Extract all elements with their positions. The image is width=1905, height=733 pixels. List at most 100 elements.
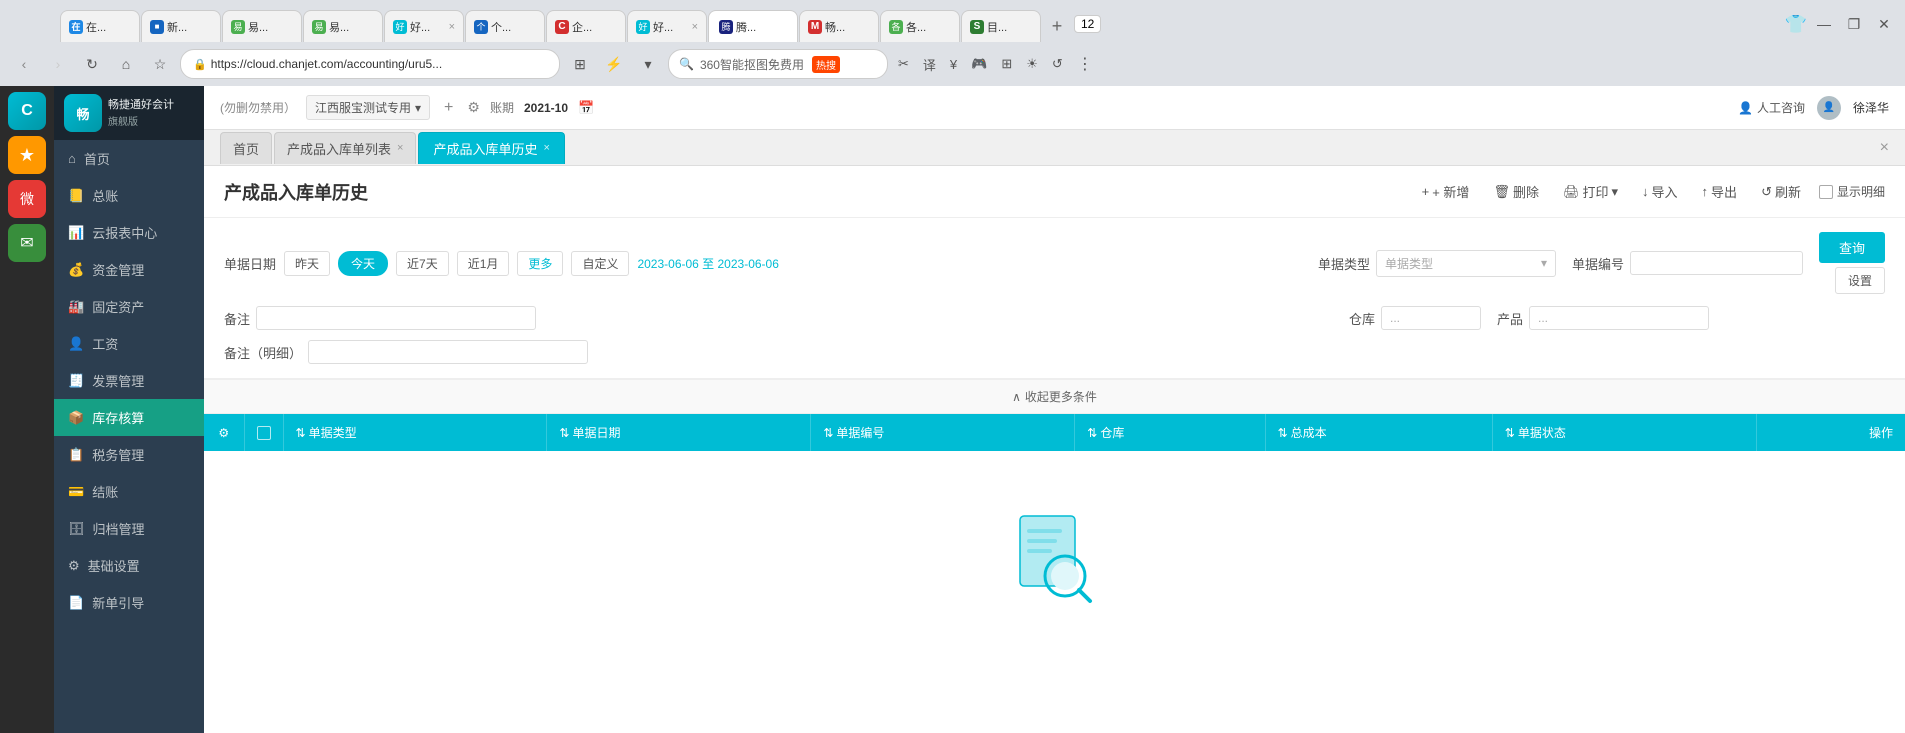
sidebar-item-invoice[interactable]: 🧾 发票管理 bbox=[54, 362, 204, 399]
sidebar-item-tax[interactable]: 📋 税务管理 bbox=[54, 436, 204, 473]
tab-t12[interactable]: S 目... bbox=[961, 10, 1041, 42]
user-avatar[interactable]: 👤 bbox=[1817, 96, 1841, 120]
th-checkbox[interactable] bbox=[244, 414, 283, 451]
query-button[interactable]: 查询 bbox=[1819, 232, 1885, 263]
sidebar-item-home[interactable]: ⌂ 首页 bbox=[54, 140, 204, 177]
scissors-tool[interactable]: ✂ bbox=[894, 56, 913, 72]
export-button[interactable]: ↑ 导出 bbox=[1696, 178, 1744, 205]
tab-t4[interactable]: 易 易... bbox=[303, 10, 383, 42]
chanjet-app-icon[interactable]: C bbox=[8, 92, 46, 130]
search-icon: 🔍 bbox=[679, 57, 694, 71]
lightning-icon[interactable]: ⚡ bbox=[600, 50, 628, 78]
date-btn-yesterday[interactable]: 昨天 bbox=[284, 251, 330, 276]
delete-button[interactable]: 🗑 删除 bbox=[1487, 178, 1545, 205]
home-button[interactable]: ⌂ bbox=[112, 50, 140, 78]
settings-filter-button[interactable]: 设置 bbox=[1835, 267, 1885, 294]
notice-warning: (勿删勿禁用） bbox=[220, 99, 296, 116]
tab-t9-active[interactable]: 腾 腾... bbox=[708, 10, 798, 42]
nav-forward[interactable]: › bbox=[44, 50, 72, 78]
sidebar-item-ledger[interactable]: 📒 总账 bbox=[54, 177, 204, 214]
address-input[interactable]: 🔒 https://cloud.chanjet.com/accounting/u… bbox=[180, 49, 560, 79]
sidebar-item-newbill[interactable]: 📄 新单引导 bbox=[54, 584, 204, 621]
tab-t3[interactable]: 易 易... bbox=[222, 10, 302, 42]
settings-tool[interactable]: ↺ bbox=[1048, 56, 1067, 72]
print-button[interactable]: 🖨 打印 ▾ bbox=[1557, 178, 1624, 205]
yuan-tool[interactable]: ¥ bbox=[946, 57, 961, 72]
brightness-tool[interactable]: ☀ bbox=[1022, 56, 1042, 72]
sidebar-item-inventory[interactable]: 📦 库存核算 bbox=[54, 399, 204, 436]
collapse-button[interactable]: ∧ 收起更多条件 bbox=[204, 379, 1905, 414]
org-selector[interactable]: 江西服宝测试专用 ▾ bbox=[306, 95, 430, 120]
date-btn-more[interactable]: 更多 bbox=[517, 251, 563, 276]
tab-count-badge: 12 bbox=[1074, 15, 1101, 33]
minimize-button[interactable]: — bbox=[1811, 11, 1837, 37]
sidebar-item-asset[interactable]: 🏭 固定资产 bbox=[54, 288, 204, 325]
th-type[interactable]: ⇅ 单据类型 bbox=[283, 414, 547, 451]
add-button[interactable]: + + 新增 bbox=[1416, 178, 1476, 205]
star-app-icon[interactable]: ★ bbox=[8, 136, 46, 174]
tab-t11[interactable]: 各 各... bbox=[880, 10, 960, 42]
tab-t10[interactable]: M 畅... bbox=[799, 10, 879, 42]
date-btn-1month[interactable]: 近1月 bbox=[457, 251, 510, 276]
translate-tool[interactable]: 译 bbox=[919, 55, 940, 74]
weibo-app-icon[interactable]: 微 bbox=[8, 180, 46, 218]
date-btn-today[interactable]: 今天 bbox=[338, 251, 388, 276]
tab-t5[interactable]: 好 好... × bbox=[384, 10, 464, 42]
show-detail-checkbox[interactable]: 显示明细 bbox=[1819, 183, 1885, 200]
select-all-checkbox[interactable] bbox=[257, 426, 271, 440]
remark-detail-input[interactable] bbox=[308, 340, 588, 364]
th-gear[interactable]: ⚙ bbox=[204, 414, 244, 451]
favorite-button[interactable]: ☆ bbox=[146, 50, 174, 78]
ai-service-button[interactable]: 👤 人工咨询 bbox=[1738, 99, 1805, 116]
close-panel-button[interactable]: × bbox=[1880, 139, 1889, 157]
number-input[interactable] bbox=[1630, 251, 1803, 275]
tab-history-close[interactable]: × bbox=[543, 142, 549, 154]
sidebar-item-basic[interactable]: ⚙ 基础设置 bbox=[54, 547, 204, 584]
sidebar-item-fund[interactable]: 💰 资金管理 bbox=[54, 251, 204, 288]
dropdown-arrow[interactable]: ▾ bbox=[634, 50, 662, 78]
maximize-button[interactable]: ❐ bbox=[1841, 11, 1867, 37]
warehouse-select[interactable]: ... bbox=[1381, 306, 1481, 330]
game-tool[interactable]: 🎮 bbox=[967, 56, 991, 72]
th-number[interactable]: ⇅ 单据编号 bbox=[811, 414, 1075, 451]
tab-t7[interactable]: C 企... bbox=[546, 10, 626, 42]
import-button[interactable]: ↓ 导入 bbox=[1636, 178, 1684, 205]
nav-back[interactable]: ‹ bbox=[10, 50, 38, 78]
add-org-button[interactable]: + bbox=[440, 99, 457, 117]
tab-t6[interactable]: 个 个... bbox=[465, 10, 545, 42]
remark-input[interactable] bbox=[256, 306, 536, 330]
tab-home[interactable]: 首页 bbox=[220, 132, 272, 164]
sidebar-item-archive[interactable]: 🗄 归档管理 bbox=[54, 510, 204, 547]
tab-t1[interactable]: 在 在... bbox=[60, 10, 140, 42]
search-bar[interactable]: 🔍 360智能抠图免费用 热搜 bbox=[668, 49, 888, 79]
tab-t2[interactable]: ■ 新... bbox=[141, 10, 221, 42]
settings-org-icon[interactable]: ⚙ bbox=[467, 99, 480, 116]
product-select[interactable]: ... bbox=[1529, 306, 1709, 330]
tab-list-close[interactable]: × bbox=[397, 142, 403, 154]
calendar-icon[interactable]: 📅 bbox=[578, 100, 594, 116]
th-warehouse[interactable]: ⇅ 仓库 bbox=[1075, 414, 1265, 451]
tab-close-t8[interactable]: × bbox=[692, 21, 698, 33]
layout-tool[interactable]: ⊞ bbox=[997, 56, 1016, 72]
tab-close-t5[interactable]: × bbox=[449, 21, 455, 33]
date-btn-7days[interactable]: 近7天 bbox=[396, 251, 449, 276]
sidebar-item-report[interactable]: 📊 云报表中心 bbox=[54, 214, 204, 251]
new-tab-button[interactable]: + bbox=[1042, 10, 1072, 42]
mail-app-icon[interactable]: ✉ bbox=[8, 224, 46, 262]
close-button[interactable]: ✕ bbox=[1871, 11, 1897, 37]
sidebar-item-settle[interactable]: 💳 结账 bbox=[54, 473, 204, 510]
more-tool[interactable]: ⋮ bbox=[1073, 54, 1097, 74]
refresh-page-button[interactable]: ↺ 刷新 bbox=[1755, 178, 1807, 205]
type-select[interactable]: 单据类型 ▾ bbox=[1376, 250, 1556, 277]
th-date[interactable]: ⇅ 单据日期 bbox=[547, 414, 811, 451]
tab-list[interactable]: 产成品入库单列表 × bbox=[274, 132, 416, 164]
sidebar-item-salary[interactable]: 👤 工资 bbox=[54, 325, 204, 362]
grid-icon[interactable]: ⊞ bbox=[566, 50, 594, 78]
date-btn-custom[interactable]: 自定义 bbox=[571, 251, 629, 276]
th-total-cost[interactable]: ⇅ 总成本 bbox=[1265, 414, 1492, 451]
warehouse-filter-label: 仓库 bbox=[1349, 309, 1375, 328]
tab-history[interactable]: 产成品入库单历史 × bbox=[418, 132, 564, 164]
refresh-button[interactable]: ↻ bbox=[78, 50, 106, 78]
tab-t8[interactable]: 好 好... × bbox=[627, 10, 707, 42]
th-status[interactable]: ⇅ 单据状态 bbox=[1492, 414, 1756, 451]
